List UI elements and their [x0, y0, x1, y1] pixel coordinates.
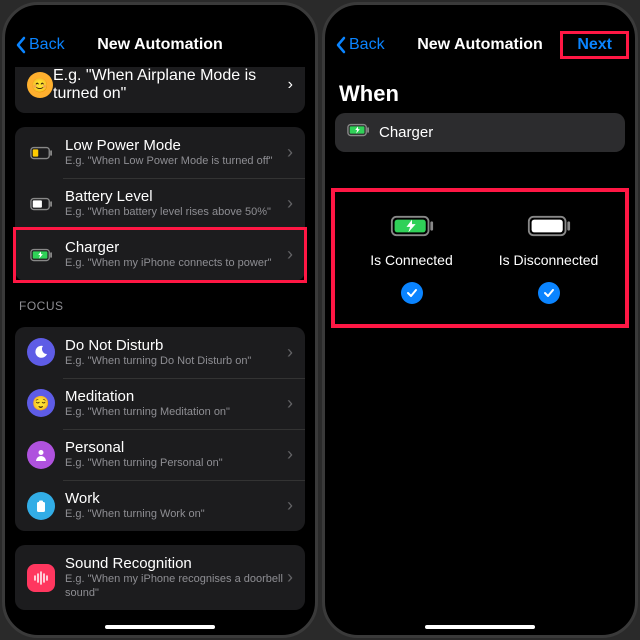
row-label: Personal [65, 439, 287, 456]
option-is-disconnected[interactable]: Is Disconnected [480, 214, 617, 304]
row-charger[interactable]: Charger E.g. "When my iPhone connects to… [15, 229, 305, 280]
meditation-icon: 😌 [27, 389, 55, 417]
battery-charging-icon [390, 214, 434, 238]
sound-group: Sound Recognition E.g. "When my iPhone r… [15, 545, 305, 609]
row-label: Do Not Disturb [65, 337, 287, 354]
back-label: Back [349, 36, 385, 54]
row-label: Meditation [65, 388, 287, 405]
row-work[interactable]: Work E.g. "When turning Work on" › [15, 480, 305, 531]
row-dnd[interactable]: Do Not Disturb E.g. "When turning Do Not… [15, 327, 305, 378]
airplane-sub: E.g. "When Airplane Mode is turned on" [53, 67, 288, 103]
moon-icon [27, 338, 55, 366]
row-sub: E.g. "When turning Meditation on" [65, 406, 287, 419]
nav-bar: Back New Automation [5, 23, 315, 67]
back-button[interactable]: Back [15, 36, 65, 54]
row-sub: E.g. "When Low Power Mode is turned off" [65, 155, 287, 168]
row-low-power[interactable]: Low Power Mode E.g. "When Low Power Mode… [15, 127, 305, 178]
chevron-right-icon: › [288, 76, 293, 94]
options-box: Is Connected Is Disconnected [335, 188, 625, 324]
selected-trigger-pill: Charger [335, 113, 625, 152]
chevron-right-icon: › [287, 495, 293, 516]
chevron-right-icon: › [287, 567, 293, 588]
chevron-right-icon: › [287, 193, 293, 214]
row-label: Work [65, 490, 287, 507]
sound-icon [27, 564, 55, 592]
row-sub: E.g. "When turning Do Not Disturb on" [65, 355, 287, 368]
airplane-icon: 😊 [27, 72, 53, 98]
chevron-left-icon [335, 36, 347, 54]
row-personal[interactable]: Personal E.g. "When turning Personal on"… [15, 429, 305, 480]
next-button-highlight: Next [560, 31, 629, 59]
phone-left: Back New Automation 😊 E.g. "When Airplan… [2, 2, 318, 638]
airplane-row-partial[interactable]: 😊 E.g. "When Airplane Mode is turned on"… [15, 67, 305, 113]
next-button[interactable]: Next [569, 32, 620, 57]
back-label: Back [29, 36, 65, 54]
phone-right: Back New Automation Next When Charger Is… [322, 2, 638, 638]
row-label: Battery Level [65, 188, 287, 205]
battery-icon [27, 190, 55, 218]
nav-title: New Automation [417, 36, 543, 54]
row-sub: E.g. "When turning Work on" [65, 508, 287, 521]
section-header-focus: FOCUS [19, 299, 301, 313]
notch [100, 5, 220, 25]
nav-bar: Back New Automation Next [325, 23, 635, 67]
when-header: When [339, 81, 621, 107]
row-sound-recognition[interactable]: Sound Recognition E.g. "When my iPhone r… [15, 545, 305, 609]
selected-trigger-label: Charger [379, 124, 433, 141]
back-button[interactable]: Back [335, 36, 385, 54]
person-icon [27, 441, 55, 469]
badge-icon [27, 492, 55, 520]
row-label: Low Power Mode [65, 137, 287, 154]
option-label: Is Connected [370, 252, 453, 268]
chevron-right-icon: › [287, 444, 293, 465]
chevron-right-icon: › [287, 393, 293, 414]
row-sub: E.g. "When turning Personal on" [65, 457, 287, 470]
row-battery-level[interactable]: Battery Level E.g. "When battery level r… [15, 178, 305, 229]
notch [420, 5, 540, 25]
battery-group: Low Power Mode E.g. "When Low Power Mode… [15, 127, 305, 281]
charger-icon [27, 241, 55, 269]
charger-icon [347, 123, 369, 142]
row-meditation[interactable]: 😌 Meditation E.g. "When turning Meditati… [15, 378, 305, 429]
option-is-connected[interactable]: Is Connected [343, 214, 480, 304]
home-indicator[interactable] [105, 625, 215, 629]
checkmark-icon [401, 282, 423, 304]
home-indicator[interactable] [425, 625, 535, 629]
row-sub: E.g. "When my iPhone recognises a doorbe… [65, 573, 287, 599]
row-sub: E.g. "When battery level rises above 50%… [65, 206, 287, 219]
row-sub: E.g. "When my iPhone connects to power" [65, 257, 287, 270]
focus-group: Do Not Disturb E.g. "When turning Do Not… [15, 327, 305, 532]
row-label: Sound Recognition [65, 555, 287, 572]
chevron-right-icon: › [287, 342, 293, 363]
chevron-right-icon: › [287, 244, 293, 265]
low-power-icon [27, 139, 55, 167]
option-label: Is Disconnected [499, 252, 599, 268]
nav-title: New Automation [97, 36, 223, 54]
battery-full-icon [527, 214, 571, 238]
config-content: When Charger Is Connected Is Disconnecte… [325, 67, 635, 625]
chevron-right-icon: › [287, 142, 293, 163]
checkmark-icon [538, 282, 560, 304]
chevron-left-icon [15, 36, 27, 54]
row-label: Charger [65, 239, 287, 256]
scroll-content: 😊 E.g. "When Airplane Mode is turned on"… [5, 67, 315, 625]
